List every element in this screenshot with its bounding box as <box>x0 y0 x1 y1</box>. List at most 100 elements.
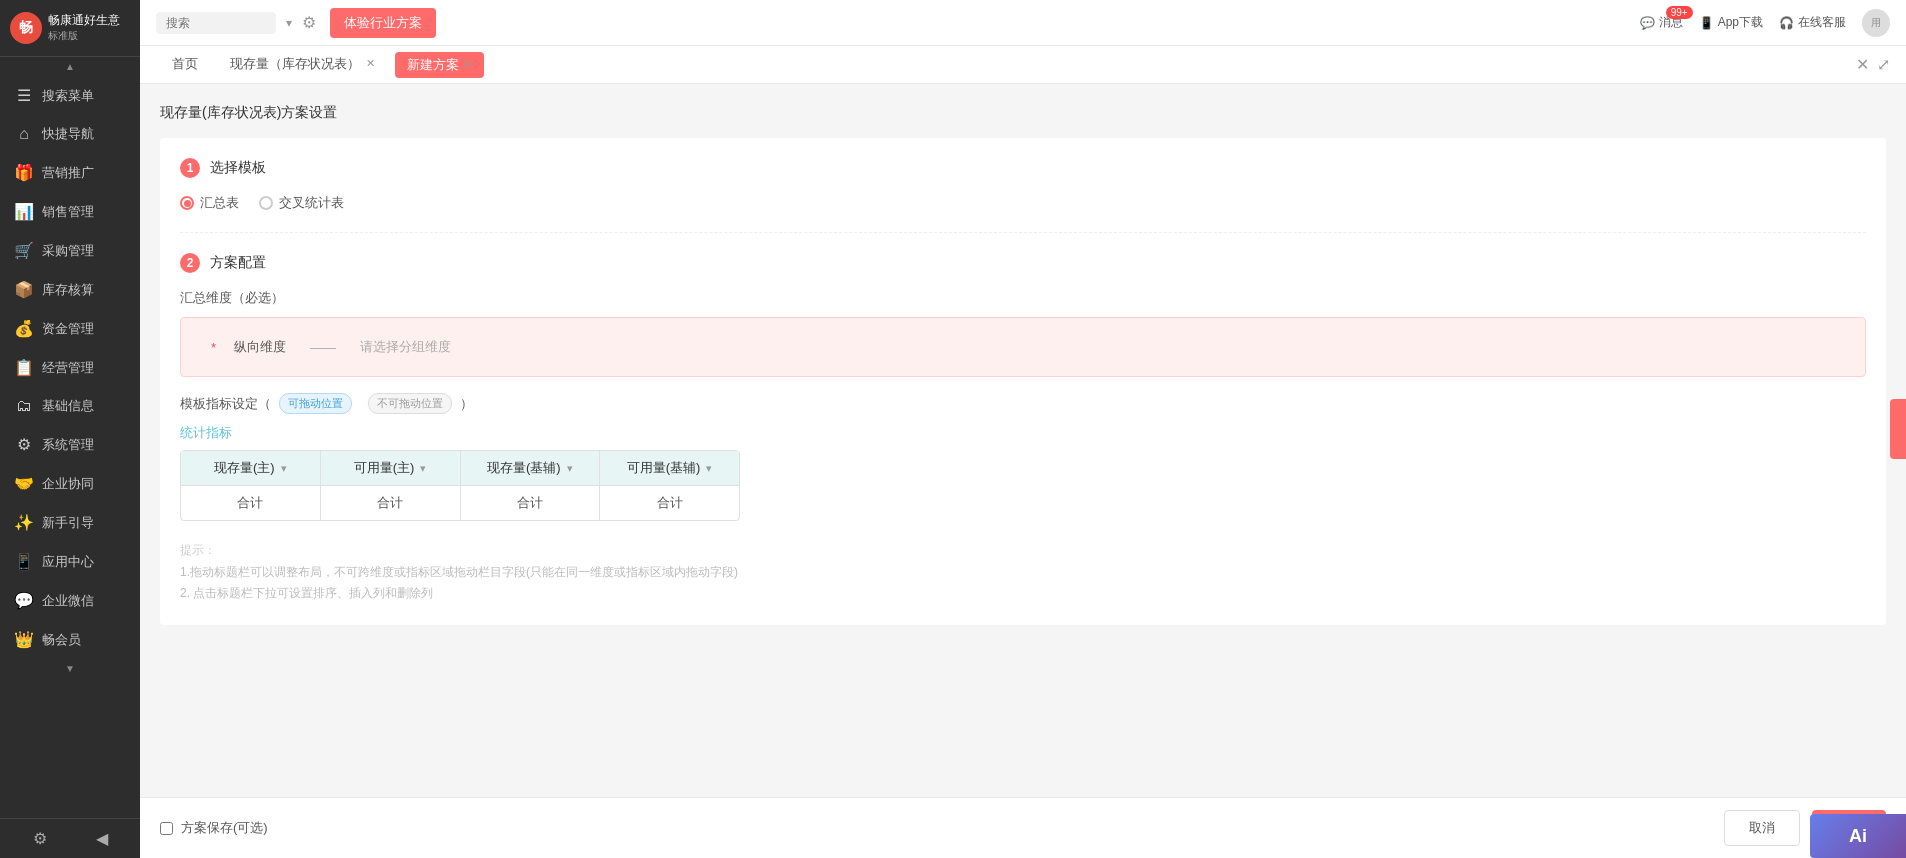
sidebar-item-purchase[interactable]: 🛒 采购管理 <box>0 231 140 270</box>
inventory-icon: 📦 <box>14 280 34 299</box>
step1-label: 选择模板 <box>210 159 266 177</box>
stats-col-1[interactable]: 现存量(主) ▾ <box>181 451 321 485</box>
dimension-section-label: 汇总维度（必选） <box>180 289 1866 307</box>
sidebar-item-wechat[interactable]: 💬 企业微信 <box>0 581 140 620</box>
basic-info-icon: 🗂 <box>14 397 34 415</box>
sidebar-scroll-down[interactable]: ▼ <box>0 659 140 678</box>
search-input[interactable] <box>156 12 276 34</box>
sidebar-scroll-up[interactable]: ▲ <box>0 57 140 76</box>
app-name: 畅康通好生意 <box>48 13 120 29</box>
tab-inventory-close-icon[interactable]: ✕ <box>366 57 375 70</box>
sidebar-item-search-menu[interactable]: ☰ 搜索菜单 <box>0 76 140 115</box>
sidebar-item-label: 搜索菜单 <box>42 87 94 105</box>
sidebar-item-label: 采购管理 <box>42 242 94 260</box>
tab-home[interactable]: 首页 <box>156 46 214 84</box>
tip-item-2: 2. 点击标题栏下拉可设置排序、插入列和删除列 <box>180 583 1866 605</box>
sidebar-settings-btn[interactable]: ⚙ <box>33 829 47 848</box>
quick-nav-icon: ⌂ <box>14 125 34 143</box>
sidebar-item-cooperation[interactable]: 🤝 企业协同 <box>0 464 140 503</box>
sidebar-item-label: 畅会员 <box>42 631 81 649</box>
col3-chevron-icon[interactable]: ▾ <box>567 462 573 475</box>
stats-cell-3: 合计 <box>461 485 601 520</box>
col4-chevron-icon[interactable]: ▾ <box>706 462 712 475</box>
tab-expand-btn[interactable]: ⤢ <box>1877 55 1890 74</box>
sidebar-item-label: 基础信息 <box>42 397 94 415</box>
stats-col-2-label: 可用量(主) <box>354 459 415 477</box>
settings-gear-icon[interactable]: ⚙ <box>302 13 316 32</box>
cross-radio[interactable] <box>259 196 273 210</box>
member-icon: 👑 <box>14 630 34 649</box>
ai-fab-button[interactable]: Ai <box>1810 814 1906 858</box>
sidebar-item-finance[interactable]: 💰 资金管理 <box>0 309 140 348</box>
industry-solution-button[interactable]: 体验行业方案 <box>330 8 436 38</box>
message-button[interactable]: 💬 消息 99+ <box>1640 14 1683 31</box>
draggable-badge: 可拖动位置 <box>279 393 352 414</box>
indicator-label: 模板指标设定（ 可拖动位置 不可拖动位置 ） <box>180 393 1866 414</box>
online-service-button[interactable]: 🎧 在线客服 <box>1779 14 1846 31</box>
summary-radio[interactable] <box>180 196 194 210</box>
sidebar-item-sales[interactable]: 📊 销售管理 <box>0 192 140 231</box>
sidebar-toggle-btn[interactable]: ◀ <box>96 829 108 848</box>
message-badge: 99+ <box>1666 6 1693 19</box>
tab-close-btn[interactable]: ✕ <box>1856 55 1869 74</box>
user-avatar[interactable]: 用 <box>1862 9 1890 37</box>
sidebar-item-label: 资金管理 <box>42 320 94 338</box>
stats-table: 现存量(主) ▾ 可用量(主) ▾ 现存量(基辅) ▾ 可用量(基辅) <box>180 450 740 521</box>
save-checkbox[interactable] <box>160 822 173 835</box>
tabs-right-controls: ✕ ⤢ <box>1856 55 1890 74</box>
app-logo: 畅 畅康通好生意 标准版 <box>0 0 140 57</box>
stats-col-4[interactable]: 可用量(基辅) ▾ <box>600 451 739 485</box>
topbar-right: 💬 消息 99+ 📱 App下载 🎧 在线客服 用 <box>1640 9 1890 37</box>
scheme-settings-card: 1 选择模板 汇总表 交叉统计表 2 方案配置 <box>160 138 1886 625</box>
step2-label: 方案配置 <box>210 254 266 272</box>
stats-col-2[interactable]: 可用量(主) ▾ <box>321 451 461 485</box>
app-download-icon: 📱 <box>1699 16 1714 30</box>
tab-home-label: 首页 <box>172 55 198 73</box>
cross-label: 交叉统计表 <box>279 194 344 212</box>
cancel-button[interactable]: 取消 <box>1724 810 1800 846</box>
dimension-area[interactable]: * 纵向维度 —— 请选择分组维度 <box>180 317 1866 377</box>
search-chevron-icon[interactable]: ▾ <box>286 16 292 30</box>
service-icon: 🎧 <box>1779 16 1794 30</box>
sidebar-bottom: ⚙ ◀ <box>0 818 140 858</box>
tab-new-scheme-close-icon[interactable]: ✕ <box>463 58 472 71</box>
stats-col-4-label: 可用量(基辅) <box>627 459 701 477</box>
template-cross-option[interactable]: 交叉统计表 <box>259 194 344 212</box>
dimension-config: 汇总维度（必选） * 纵向维度 —— 请选择分组维度 <box>180 289 1866 377</box>
stats-cell-4: 合计 <box>600 485 739 520</box>
sidebar-item-basic-info[interactable]: 🗂 基础信息 <box>0 387 140 425</box>
finance-icon: 💰 <box>14 319 34 338</box>
tab-new-scheme[interactable]: 新建方案 ✕ <box>395 52 484 78</box>
step2-number: 2 <box>180 253 200 273</box>
save-label: 方案保存(可选) <box>181 819 268 837</box>
stats-col-3[interactable]: 现存量(基辅) ▾ <box>461 451 601 485</box>
topbar: ▾ ⚙ 体验行业方案 💬 消息 99+ 📱 App下载 🎧 在线客服 用 <box>140 0 1906 46</box>
ai-fab-label: Ai <box>1849 826 1867 847</box>
sidebar-item-member[interactable]: 👑 畅会员 <box>0 620 140 659</box>
sidebar-item-marketing[interactable]: 🎁 营销推广 <box>0 153 140 192</box>
template-summary-option[interactable]: 汇总表 <box>180 194 239 212</box>
avatar-placeholder: 用 <box>1871 16 1881 30</box>
main-area: ▾ ⚙ 体验行业方案 💬 消息 99+ 📱 App下载 🎧 在线客服 用 <box>140 0 1906 858</box>
tab-inventory-status[interactable]: 现存量（库存状况表） ✕ <box>214 46 391 84</box>
sidebar-item-label: 销售管理 <box>42 203 94 221</box>
right-edge-tab[interactable] <box>1890 399 1906 459</box>
sidebar-item-label: 企业微信 <box>42 592 94 610</box>
sidebar-item-quick-nav[interactable]: ⌂ 快捷导航 <box>0 115 140 153</box>
stats-cell-1: 合计 <box>181 485 321 520</box>
save-checkbox-area[interactable]: 方案保存(可选) <box>160 819 268 837</box>
sidebar-item-newbie[interactable]: ✨ 新手引导 <box>0 503 140 542</box>
newbie-icon: ✨ <box>14 513 34 532</box>
sidebar-item-app-center[interactable]: 📱 应用中心 <box>0 542 140 581</box>
stats-col-1-label: 现存量(主) <box>214 459 275 477</box>
required-mark: * <box>211 340 216 355</box>
tab-bar: 首页 现存量（库存状况表） ✕ 新建方案 ✕ ✕ ⤢ <box>140 46 1906 84</box>
tips-title: 提示： <box>180 543 216 557</box>
sidebar-item-operation[interactable]: 📋 经营管理 <box>0 348 140 387</box>
sidebar-item-inventory[interactable]: 📦 库存核算 <box>0 270 140 309</box>
col1-chevron-icon[interactable]: ▾ <box>281 462 287 475</box>
sales-icon: 📊 <box>14 202 34 221</box>
app-download-button[interactable]: 📱 App下载 <box>1699 14 1763 31</box>
sidebar-item-system[interactable]: ⚙ 系统管理 <box>0 425 140 464</box>
col2-chevron-icon[interactable]: ▾ <box>420 462 426 475</box>
